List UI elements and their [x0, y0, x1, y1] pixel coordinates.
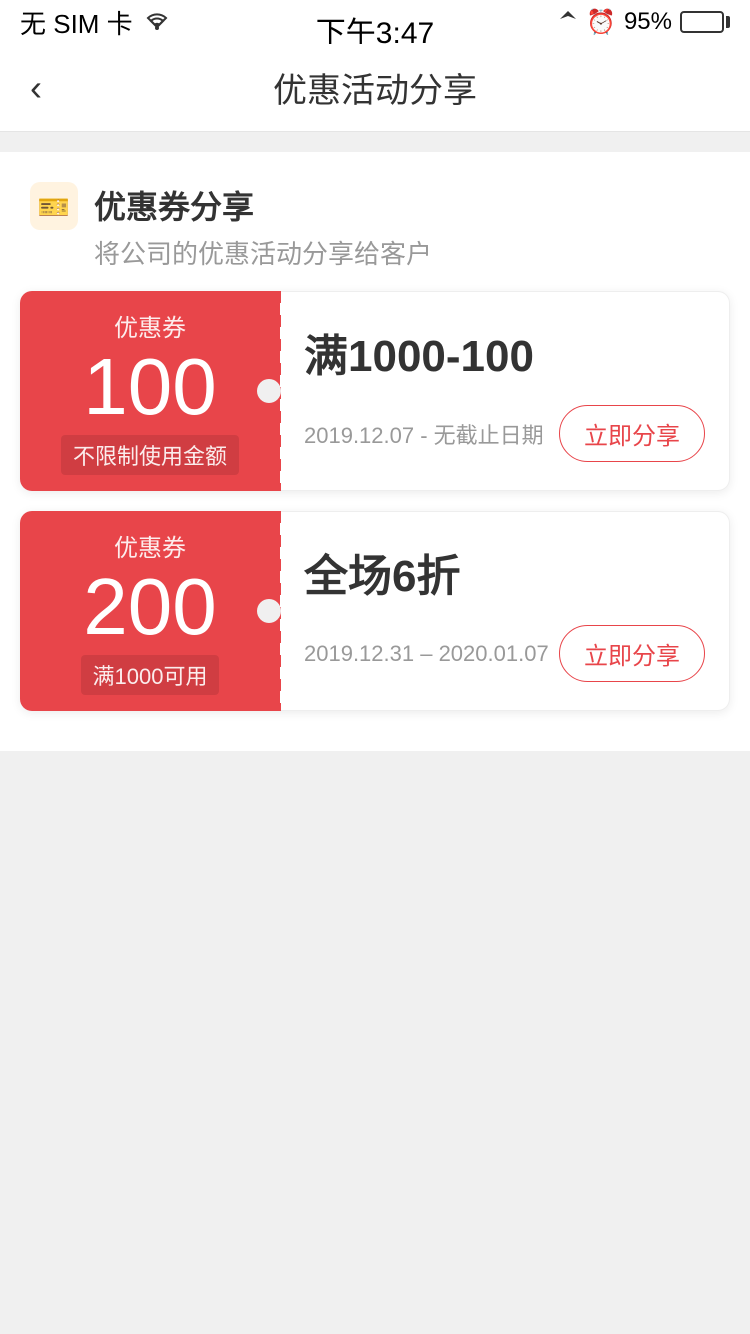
coupon-bottom-row-2: 2019.12.31 – 2020.01.07 立即分享 [304, 625, 705, 682]
bottom-area [0, 751, 750, 1251]
section-header: 🎫 优惠券分享 将公司的优惠活动分享给客户 [0, 152, 750, 291]
coupon-left-2: 优惠券 200 满1000可用 [20, 511, 280, 711]
coupon-label-2: 优惠券 [114, 528, 186, 563]
section-title: 优惠券分享 [94, 182, 432, 228]
coupon-condition-2: 满1000可用 [81, 655, 220, 695]
coupon-connector-2 [257, 599, 281, 623]
share-button-1[interactable]: 立即分享 [559, 405, 705, 462]
coupon-bottom-row-1: 2019.12.07 - 无截止日期 立即分享 [304, 405, 705, 462]
coupon-title-1: 满1000-100 [304, 320, 705, 384]
coupon-amount-1: 100 [83, 347, 216, 427]
coupon-card-2: 优惠券 200 满1000可用 全场6折 2019.12.31 – 2020.0… [20, 511, 730, 711]
status-right: ⏰ 95% [558, 8, 730, 37]
wifi-icon [143, 7, 171, 38]
svg-text:🎫: 🎫 [38, 192, 70, 222]
coupons-container: 优惠券 100 不限制使用金额 满1000-100 2019.12.07 - 无… [0, 291, 750, 751]
back-button[interactable]: ‹ [30, 67, 42, 109]
section-subtitle: 将公司的优惠活动分享给客户 [94, 234, 432, 271]
coupon-amount-2: 200 [83, 567, 216, 647]
coupon-card-1: 优惠券 100 不限制使用金额 满1000-100 2019.12.07 - 无… [20, 291, 730, 491]
location-icon [558, 8, 578, 36]
status-bar: 无 SIM 卡 下午3:47 ⏰ 95% [0, 0, 750, 44]
coupon-section-icon: 🎫 [30, 182, 78, 230]
coupon-right-1: 满1000-100 2019.12.07 - 无截止日期 立即分享 [280, 291, 730, 491]
carrier-label: 无 SIM 卡 [20, 4, 133, 41]
coupon-title-2: 全场6折 [304, 540, 705, 604]
status-left: 无 SIM 卡 [20, 4, 171, 41]
alarm-icon: ⏰ [586, 8, 616, 37]
coupon-date-2: 2019.12.31 – 2020.01.07 [304, 641, 549, 667]
coupon-label-1: 优惠券 [114, 308, 186, 343]
coupon-left-1: 优惠券 100 不限制使用金额 [20, 291, 280, 491]
coupon-connector-1 [257, 379, 281, 403]
coupon-right-2: 全场6折 2019.12.31 – 2020.01.07 立即分享 [280, 511, 730, 711]
coupon-date-1: 2019.12.07 - 无截止日期 [304, 418, 544, 450]
battery-percentage: 95% [624, 8, 672, 36]
battery-icon [680, 11, 730, 33]
page-title: 优惠活动分享 [273, 63, 477, 112]
share-button-2[interactable]: 立即分享 [559, 625, 705, 682]
section-text: 优惠券分享 将公司的优惠活动分享给客户 [94, 182, 432, 271]
coupon-condition-1: 不限制使用金额 [61, 435, 239, 475]
nav-bar: ‹ 优惠活动分享 [0, 44, 750, 132]
